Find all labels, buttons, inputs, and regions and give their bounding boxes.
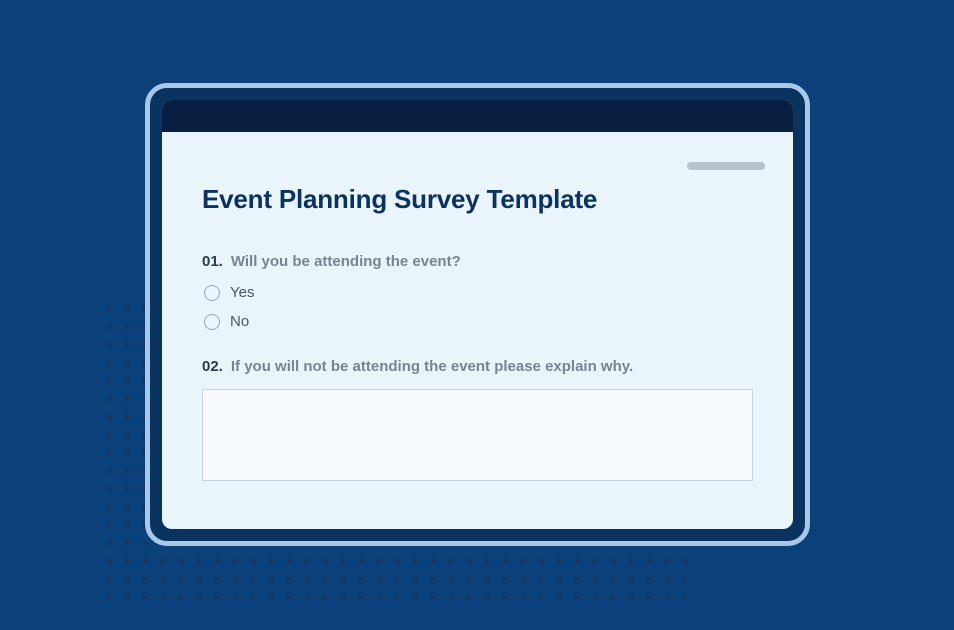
survey-window: Event Planning Survey Template 01. Will … <box>162 100 793 529</box>
question-1-options: Yes No <box>202 284 753 330</box>
option-no[interactable]: No <box>204 313 753 330</box>
tablet-frame: Event Planning Survey Template 01. Will … <box>145 83 810 546</box>
question-1-header: 01. Will you be attending the event? <box>202 253 753 270</box>
survey-title: Event Planning Survey Template <box>202 184 753 215</box>
question-1: 01. Will you be attending the event? Yes… <box>202 253 753 330</box>
radio-icon <box>204 314 220 330</box>
drag-handle-icon[interactable] <box>687 162 765 170</box>
option-yes-label: Yes <box>230 284 254 301</box>
question-2-text: If you will not be attending the event p… <box>231 358 633 375</box>
option-no-label: No <box>230 313 249 330</box>
survey-content: Event Planning Survey Template 01. Will … <box>162 132 793 529</box>
question-1-text: Will you be attending the event? <box>231 253 461 270</box>
question-2-header: 02. If you will not be attending the eve… <box>202 358 753 375</box>
window-titlebar <box>162 100 793 132</box>
question-1-number: 01. <box>202 253 223 270</box>
question-2-textarea[interactable] <box>202 389 753 481</box>
radio-icon <box>204 285 220 301</box>
question-2: 02. If you will not be attending the eve… <box>202 358 753 486</box>
option-yes[interactable]: Yes <box>204 284 753 301</box>
question-2-number: 02. <box>202 358 223 375</box>
